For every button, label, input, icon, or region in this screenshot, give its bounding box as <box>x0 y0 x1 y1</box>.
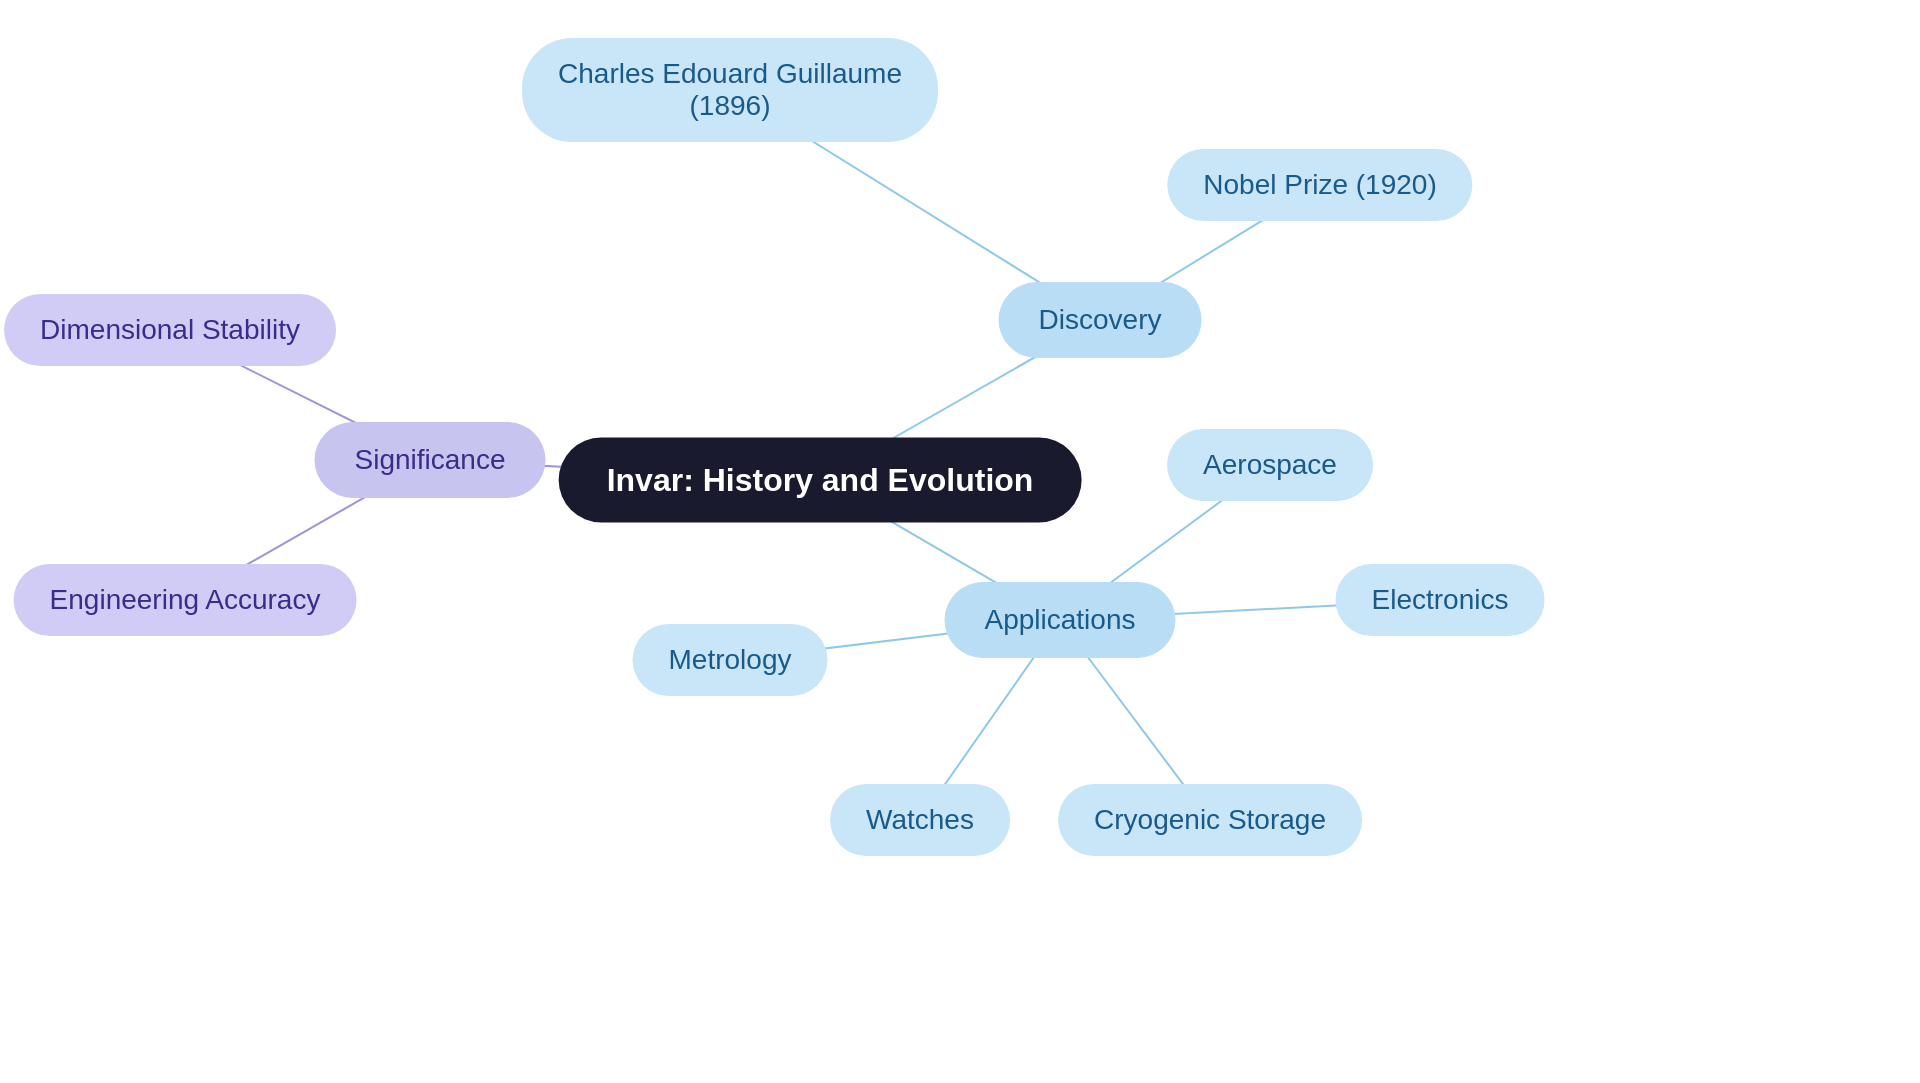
node-metrology-label: Metrology <box>669 644 792 676</box>
node-cryogenic[interactable]: Cryogenic Storage <box>1058 784 1362 856</box>
node-engineering[interactable]: Engineering Accuracy <box>14 564 357 636</box>
node-electronics-label: Electronics <box>1372 584 1509 616</box>
node-watches-label: Watches <box>866 804 974 836</box>
node-watches[interactable]: Watches <box>830 784 1010 856</box>
node-nobel-label: Nobel Prize (1920) <box>1203 169 1436 201</box>
node-center[interactable]: Invar: History and Evolution <box>559 438 1082 523</box>
node-metrology[interactable]: Metrology <box>633 624 828 696</box>
node-charles-label: Charles Edouard Guillaume (1896) <box>558 58 902 122</box>
node-discovery[interactable]: Discovery <box>999 282 1202 358</box>
node-aerospace-label: Aerospace <box>1203 449 1337 481</box>
mind-map: Invar: History and Evolution Discovery Cha… <box>0 0 1920 1083</box>
node-dimensional-label: Dimensional Stability <box>40 314 300 346</box>
node-center-label: Invar: History and Evolution <box>607 462 1034 499</box>
connections-svg <box>0 0 1920 1083</box>
node-significance-label: Significance <box>355 444 506 476</box>
node-engineering-label: Engineering Accuracy <box>50 584 321 616</box>
node-discovery-label: Discovery <box>1039 304 1162 336</box>
node-dimensional[interactable]: Dimensional Stability <box>4 294 336 366</box>
node-charles[interactable]: Charles Edouard Guillaume (1896) <box>522 38 938 142</box>
node-applications[interactable]: Applications <box>945 582 1176 658</box>
node-nobel[interactable]: Nobel Prize (1920) <box>1167 149 1472 221</box>
node-aerospace[interactable]: Aerospace <box>1167 429 1373 501</box>
node-cryogenic-label: Cryogenic Storage <box>1094 804 1326 836</box>
node-electronics[interactable]: Electronics <box>1336 564 1545 636</box>
node-applications-label: Applications <box>985 604 1136 636</box>
node-significance[interactable]: Significance <box>315 422 546 498</box>
